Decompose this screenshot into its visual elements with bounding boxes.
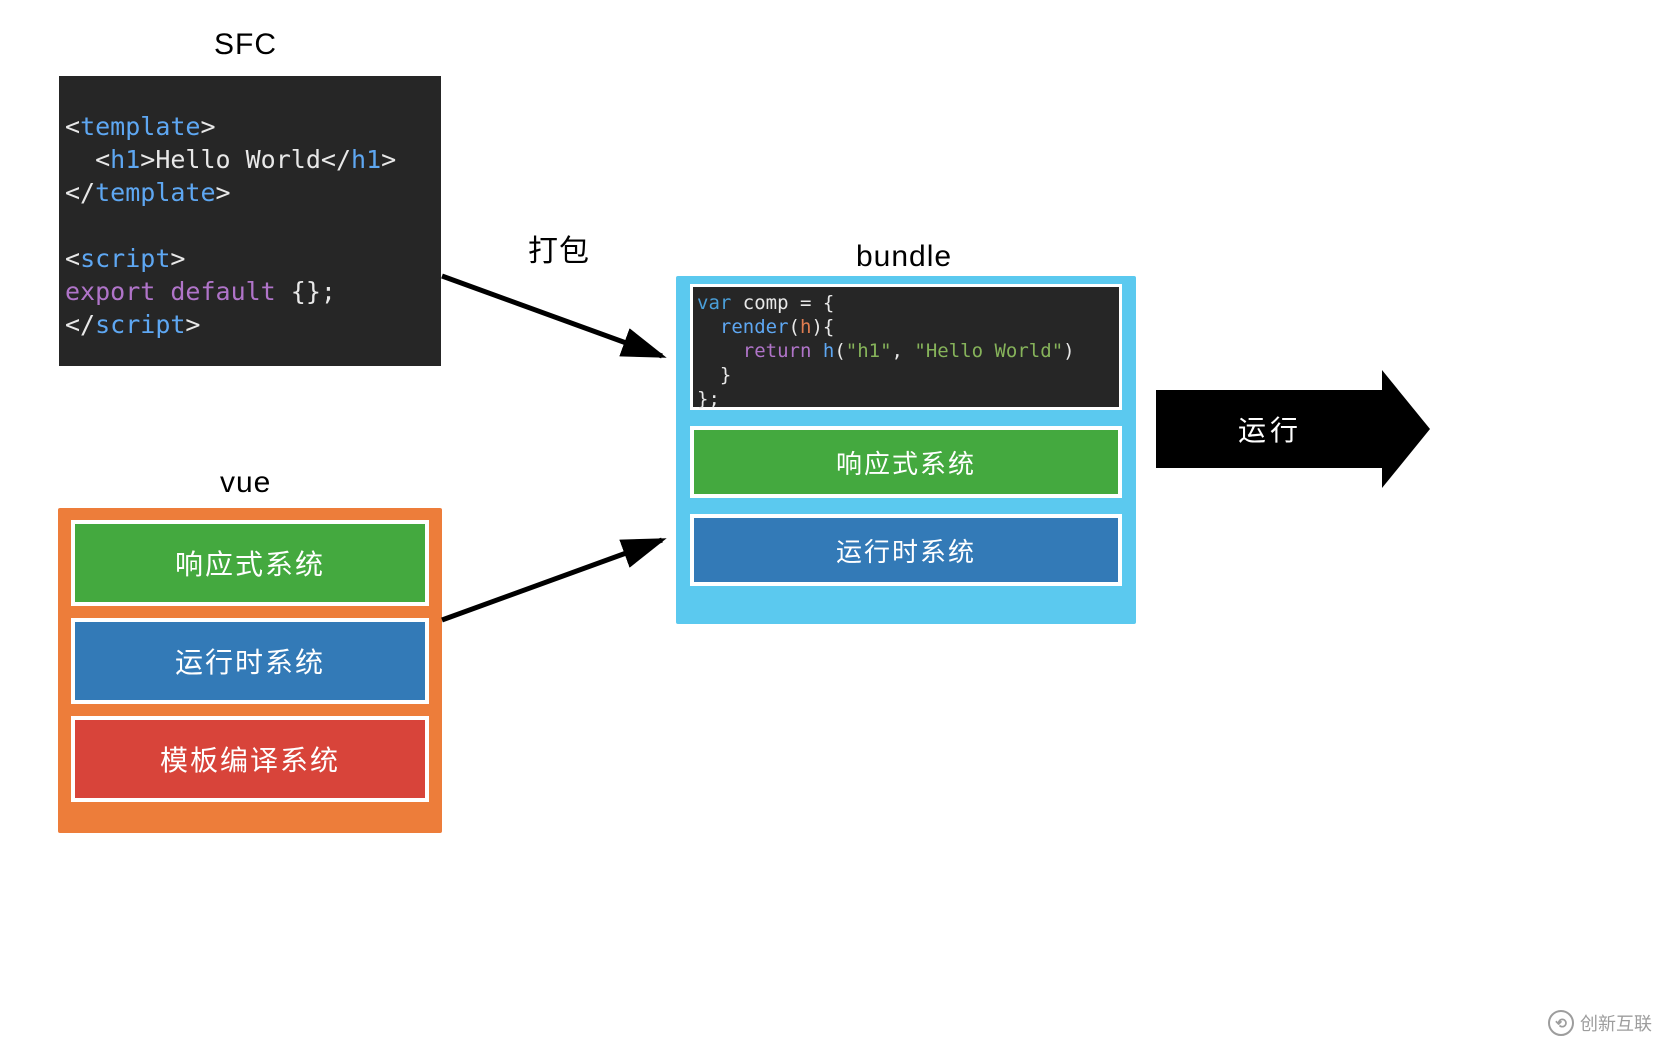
vue-runtime-system: 运行时系统	[71, 618, 429, 704]
watermark-icon: ⟲	[1548, 1010, 1574, 1036]
watermark-text: 创新互联	[1580, 1010, 1652, 1036]
bundle-code-block: var comp = { render(h){ return h("h1", "…	[690, 284, 1122, 410]
bundle-reactive-system: 响应式系统	[690, 426, 1122, 498]
vue-reactive-system: 响应式系统	[71, 520, 429, 606]
bundle-container: var comp = { render(h){ return h("h1", "…	[676, 276, 1136, 624]
vue-template-compiler: 模板编译系统	[71, 716, 429, 802]
arrow-sfc-to-bundle	[438, 256, 688, 386]
bundle-label: bundle	[856, 240, 952, 274]
pack-label: 打包	[528, 226, 590, 270]
run-arrow: 运行	[1156, 390, 1384, 468]
vue-label: vue	[220, 466, 271, 500]
sfc-label: SFC	[214, 28, 277, 62]
sfc-code-block: <template> <h1>Hello World</h1> </templa…	[59, 76, 441, 366]
run-label: 运行	[1238, 409, 1302, 449]
vue-container: 响应式系统 运行时系统 模板编译系统	[58, 508, 442, 833]
bundle-runtime-system: 运行时系统	[690, 514, 1122, 586]
arrow-vue-to-bundle	[438, 460, 688, 640]
watermark: ⟲ 创新互联	[1548, 1010, 1652, 1036]
